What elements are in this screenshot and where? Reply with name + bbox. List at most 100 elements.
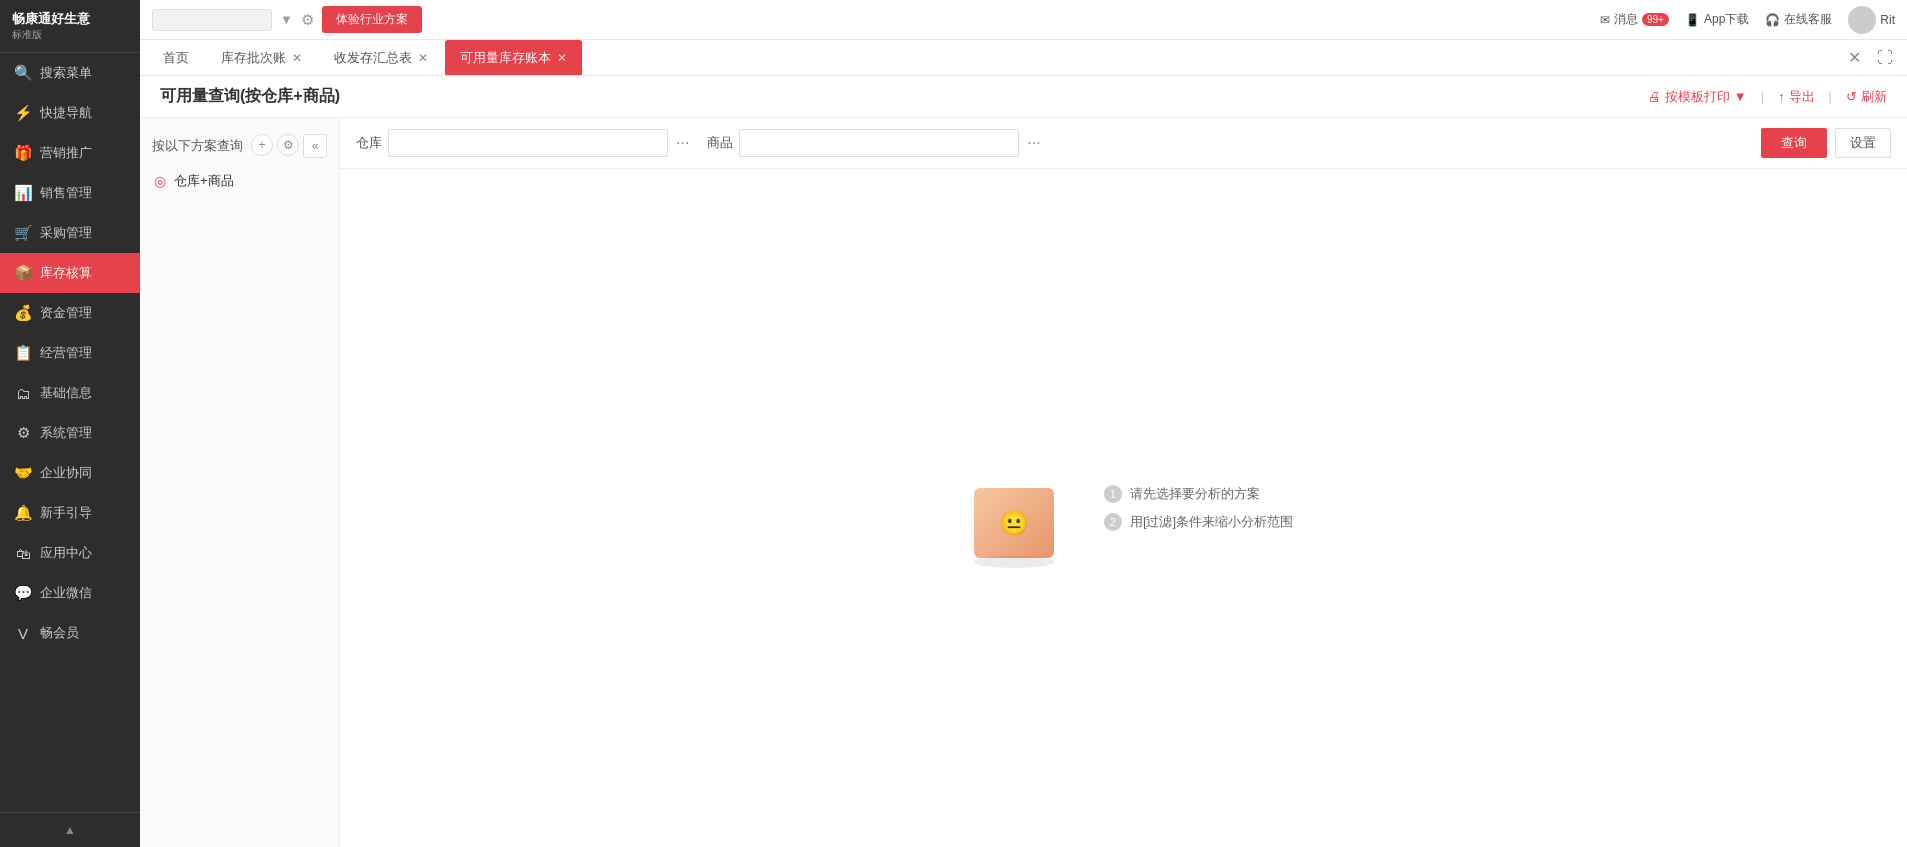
headset-icon: 🎧 [1765,13,1780,27]
column-settings-button[interactable]: 设置 [1835,128,1891,158]
gear-icon: ⚙ [14,424,32,442]
sidebar-item-inventory[interactable]: 📦 库存核算 [0,253,140,293]
vip-icon: V [14,625,32,642]
warehouse-more-button[interactable]: ··· [674,134,691,152]
refresh-icon: ↺ [1846,89,1857,104]
hint-text-2: 用[过滤]条件来缩小分析范围 [1130,513,1293,531]
avatar [1848,6,1876,34]
print-icon: 🖨 [1648,89,1661,104]
gift-icon: 🎁 [14,144,32,162]
topbar: ▼ ⚙ 体验行业方案 ✉ 消息 99+ 📱 App下载 🎧 在线客服 Rit [140,0,1907,40]
collapse-panel-button[interactable]: « [303,134,327,158]
shop-icon: 🛍 [14,545,32,562]
sidebar-item-member[interactable]: V 畅会员 [0,613,140,653]
app-label: App下载 [1704,11,1749,28]
chat-icon: 💬 [14,584,32,602]
sidebar-label-operation: 经营管理 [40,344,92,362]
warehouse-label: 仓库 [356,134,382,152]
product-field: 商品 ··· [707,129,1042,157]
sidebar-item-appstore[interactable]: 🛍 应用中心 [0,533,140,573]
scheme-label: 仓库+商品 [174,172,234,190]
sidebar-label-marketing: 营销推广 [40,144,92,162]
scheme-icon: ◎ [154,173,166,189]
tab-expand-button[interactable]: ⛶ [1871,46,1899,69]
topbar-search-input[interactable] [152,9,272,31]
sidebar-item-sales[interactable]: 📊 销售管理 [0,173,140,213]
scheme-item-warehouse-product[interactable]: ◎ 仓库+商品 [140,164,339,198]
sidebar-item-wechat[interactable]: 💬 企业微信 [0,573,140,613]
product-more-button[interactable]: ··· [1025,134,1042,152]
sidebar-bottom: ▲ [0,812,140,847]
query-bar: 仓库 ··· 商品 ··· 查询 设置 [340,118,1907,169]
online-service-button[interactable]: 🎧 在线客服 [1765,11,1832,28]
tab-batch-close-icon[interactable]: ✕ [292,51,302,65]
tab-available-close-icon[interactable]: ✕ [557,51,567,65]
tab-close-window-button[interactable]: ✕ [1842,46,1867,69]
print-template-button[interactable]: 🖨 按模板打印 ▼ [1648,88,1747,106]
sidebar-item-marketing[interactable]: 🎁 营销推广 [0,133,140,173]
user-avatar-button[interactable]: Rit [1848,6,1895,34]
sidebar-label-finance: 资金管理 [40,304,92,322]
topbar-settings-icon[interactable]: ⚙ [301,11,314,29]
content: 按以下方案查询 + ⚙ « ◎ 仓库+商品 仓库 ··· [140,118,1907,847]
sidebar-item-newbie[interactable]: 🔔 新手引导 [0,493,140,533]
bell-icon: 🔔 [14,504,32,522]
print-dropdown-icon[interactable]: ▼ [1734,89,1747,104]
industry-solution-button[interactable]: 体验行业方案 [322,6,422,33]
refresh-button[interactable]: ↺ 刷新 [1846,88,1887,106]
sidebar-item-purchase[interactable]: 🛒 采购管理 [0,213,140,253]
sidebar-item-operation[interactable]: 📋 经营管理 [0,333,140,373]
empty-state: 😐 1 请先选择要分析的方案 2 用[过滤]条件来缩小分析范围 [340,169,1907,847]
add-scheme-button[interactable]: + [251,134,273,156]
sidebar-label-purchase: 采购管理 [40,224,92,242]
export-label: 导出 [1789,88,1815,106]
sidebar-item-basic[interactable]: 🗂 基础信息 [0,373,140,413]
query-actions: 查询 设置 [1761,128,1891,158]
empty-illustration: 😐 [954,448,1074,568]
app-download-button[interactable]: 📱 App下载 [1685,11,1749,28]
main: ▼ ⚙ 体验行业方案 ✉ 消息 99+ 📱 App下载 🎧 在线客服 Rit [140,0,1907,847]
phone-icon: 📱 [1685,13,1700,27]
filter-panel-header: 按以下方案查询 + ⚙ « [140,128,339,164]
export-button[interactable]: ↑ 导出 [1778,88,1815,106]
tab-summary[interactable]: 收发存汇总表 ✕ [319,40,443,75]
empty-hints: 1 请先选择要分析的方案 2 用[过滤]条件来缩小分析范围 [1104,485,1293,531]
logo-sub: 标准版 [12,28,128,42]
export-icon: ↑ [1778,89,1785,104]
query-button[interactable]: 查询 [1761,128,1827,158]
right-content: 仓库 ··· 商品 ··· 查询 设置 😐 [340,118,1907,847]
product-input[interactable] [739,129,1019,157]
hint-text-1: 请先选择要分析的方案 [1130,485,1260,503]
tab-available[interactable]: 可用量库存账本 ✕ [445,40,582,75]
sidebar-label-inventory: 库存核算 [40,264,92,282]
sidebar-item-shortcut[interactable]: ⚡ 快捷导航 [0,93,140,133]
message-badge: 99+ [1642,13,1669,26]
warehouse-field: 仓库 ··· [356,129,691,157]
sidebar-item-enterprise[interactable]: 🤝 企业协同 [0,453,140,493]
sidebar-item-system[interactable]: ⚙ 系统管理 [0,413,140,453]
handshake-icon: 🤝 [14,464,32,482]
topbar-dropdown-icon[interactable]: ▼ [280,12,293,27]
sidebar-label-search: 搜索菜单 [40,64,92,82]
tab-batch[interactable]: 库存批次账 ✕ [206,40,317,75]
empty-shadow [974,556,1054,568]
sidebar-scroll: 🔍 搜索菜单 ⚡ 快捷导航 🎁 营销推广 📊 销售管理 🛒 采购管理 📦 库存核… [0,53,140,812]
warehouse-input[interactable] [388,129,668,157]
chart-icon: 📊 [14,184,32,202]
message-button[interactable]: ✉ 消息 99+ [1600,11,1669,28]
filter-panel-title: 按以下方案查询 [152,137,243,155]
tab-summary-close-icon[interactable]: ✕ [418,51,428,65]
empty-hint-1: 1 请先选择要分析的方案 [1104,485,1293,503]
logo-title: 畅康通好生意 [12,10,128,28]
sidebar-item-search[interactable]: 🔍 搜索菜单 [0,53,140,93]
scheme-settings-button[interactable]: ⚙ [277,134,299,156]
sidebar-bottom-icon: ▲ [64,823,76,837]
search-icon: 🔍 [14,64,32,82]
money-icon: 💰 [14,304,32,322]
box-icon: 📦 [14,264,32,282]
tab-home[interactable]: 首页 [148,40,204,75]
product-label: 商品 [707,134,733,152]
sidebar: 畅康通好生意 标准版 🔍 搜索菜单 ⚡ 快捷导航 🎁 营销推广 📊 销售管理 🛒… [0,0,140,847]
box-face-icon: 😐 [999,509,1029,537]
sidebar-item-finance[interactable]: 💰 资金管理 [0,293,140,333]
